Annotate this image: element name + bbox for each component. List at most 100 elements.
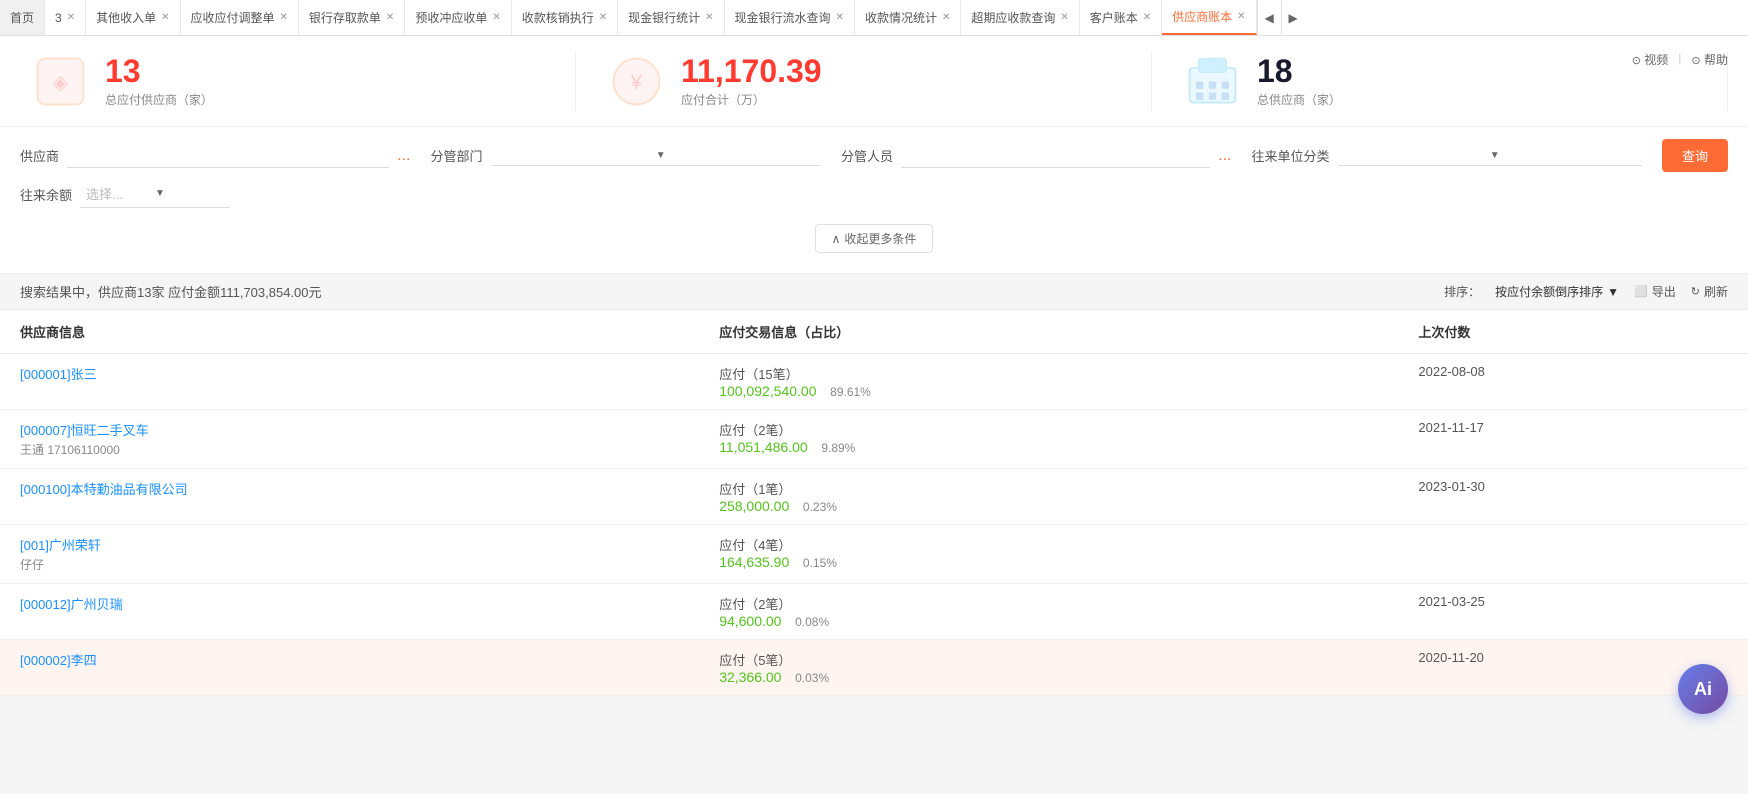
collapse-button[interactable]: ∧ 收起更多条件	[815, 224, 934, 253]
payable-amount-1[interactable]: 11,051,486.00	[719, 439, 808, 455]
table-row: [000001]张三 应付（15笔） 100,092,540.00 89.61%…	[0, 354, 1748, 410]
result-actions: 排序： 按应付余额倒序排序 ▼ ⬜ 导出 ↻ 刷新	[1444, 283, 1728, 300]
dept-filter: 分管部门 ▼	[431, 146, 822, 166]
payable-total-icon: ¥	[606, 51, 666, 111]
payable-suppliers-number: 13	[105, 55, 213, 87]
dept-select[interactable]: ▼	[491, 146, 821, 166]
person-dots-icon[interactable]: ...	[1218, 147, 1231, 165]
nav-tab-cash-bank-flow[interactable]: 现金银行流水查询 ✕	[725, 0, 855, 35]
supplier-filter-label: 供应商	[20, 146, 59, 165]
close-cash-bank-flow-icon[interactable]: ✕	[836, 12, 844, 23]
close-pre-ar-icon[interactable]: ✕	[492, 12, 500, 23]
supplier-cell-5: [000002]李四	[0, 640, 699, 696]
payable-amount-3[interactable]: 164,635.90	[719, 554, 789, 570]
total-suppliers-text: 18 总供应商（家）	[1257, 55, 1341, 108]
supplier-link-0[interactable]: [000001]张三	[20, 367, 97, 382]
nav-tab-other-income[interactable]: 其他收入单 ✕	[86, 0, 180, 35]
video-link[interactable]: ⊙ 视频	[1632, 51, 1669, 68]
nav-tab-supplier-ledger[interactable]: 供应商账本 ✕	[1162, 0, 1256, 35]
payable-label-2: 应付（1笔）	[719, 479, 1378, 498]
supplier-link-5[interactable]: [000002]李四	[20, 653, 97, 668]
category-arrow-icon: ▼	[1490, 150, 1636, 161]
query-button[interactable]: 查询	[1662, 139, 1728, 172]
close-receipt-stat-icon[interactable]: ✕	[942, 12, 950, 23]
dept-filter-label: 分管部门	[431, 146, 483, 165]
nav-tab-receipt-verify[interactable]: 收款核销执行 ✕	[512, 0, 618, 35]
nav-tab-receipt-stat[interactable]: 收款情况统计 ✕	[855, 0, 961, 35]
export-button[interactable]: ⬜ 导出	[1634, 283, 1676, 300]
close-bank-deposit-icon[interactable]: ✕	[386, 12, 394, 23]
payable-label-1: 应付（2笔）	[719, 420, 1378, 439]
col-header-supplier: 供应商信息	[0, 310, 699, 354]
payable-label-5: 应付（5笔）	[719, 650, 1378, 669]
nav-tab-bank-deposit[interactable]: 银行存取款单 ✕	[299, 0, 405, 35]
filter-row-2: 往来余额 选择... ▼	[20, 180, 1728, 208]
supplier-filter-input[interactable]	[67, 144, 389, 168]
top-navigation: 首页 3 ✕ 其他收入单 ✕ 应收应付调整单 ✕ 银行存取款单 ✕ 预收冲应收单…	[0, 0, 1748, 36]
col-header-lastpay: 上次付数	[1398, 310, 1748, 354]
category-filter-label: 往来单位分类	[1252, 146, 1330, 165]
payable-label-0: 应付（15笔）	[719, 364, 1378, 383]
supplier-table: 供应商信息 应付交易信息（占比） 上次付数 [000001]张三 应付（15笔）…	[0, 310, 1748, 696]
payable-cell-3: 应付（4笔） 164,635.90 0.15%	[699, 525, 1398, 584]
last-pay-date-1: 2021-11-17	[1418, 420, 1484, 435]
person-filter: 分管人员 ...	[841, 144, 1232, 168]
nav-prev-arrow[interactable]: ◀	[1257, 0, 1281, 36]
nav-tab-home[interactable]: 首页	[0, 0, 45, 35]
person-filter-label: 分管人员	[841, 146, 893, 165]
filter-row-1: 供应商 ... 分管部门 ▼ 分管人员 ... 往来单位分类 ▼ 查询	[20, 139, 1728, 172]
nav-tab-customer-ledger[interactable]: 客户账本 ✕	[1080, 0, 1162, 35]
close-other-income-icon[interactable]: ✕	[161, 12, 169, 23]
summary-card-payable-suppliers: ◈ 13 总应付供应商（家）	[20, 51, 576, 111]
table-header-row: 供应商信息 应付交易信息（占比） 上次付数	[0, 310, 1748, 354]
refresh-button[interactable]: ↻ 刷新	[1691, 283, 1728, 300]
supplier-dots-icon[interactable]: ...	[397, 147, 410, 165]
ai-assistant-button[interactable]: Ai	[1678, 664, 1728, 714]
last-pay-date-2: 2023-01-30	[1418, 479, 1485, 494]
close-cash-bank-stat-icon[interactable]: ✕	[705, 12, 713, 23]
close-tab-3-icon[interactable]: ✕	[67, 12, 75, 23]
nav-tab-cash-bank-stat[interactable]: 现金银行统计 ✕	[618, 0, 724, 35]
balance-select[interactable]: 选择... ▼	[80, 180, 230, 208]
total-suppliers-label: 总供应商（家）	[1257, 91, 1341, 108]
payable-amount-0[interactable]: 100,092,540.00	[719, 383, 816, 399]
supplier-cell-1: [000007]恒旺二手叉车 王通 17106110000	[0, 410, 699, 469]
supplier-link-3[interactable]: [001]广州荣轩	[20, 538, 101, 553]
payable-percent-0: 89.61%	[830, 385, 871, 399]
supplier-link-4[interactable]: [000012]广州贝瑞	[20, 597, 123, 612]
close-ar-ap-adjust-icon[interactable]: ✕	[280, 12, 288, 23]
person-filter-input[interactable]	[901, 144, 1210, 168]
svg-text:◈: ◈	[52, 71, 68, 93]
sort-dropdown[interactable]: 按应付余额倒序排序 ▼	[1495, 283, 1619, 300]
last-pay-date-0: 2022-08-08	[1418, 364, 1485, 379]
payable-percent-1: 9.89%	[821, 441, 855, 455]
category-select[interactable]: ▼	[1338, 146, 1642, 166]
nav-next-arrow[interactable]: ▶	[1281, 0, 1305, 36]
close-receipt-verify-icon[interactable]: ✕	[599, 12, 607, 23]
payable-amount-4[interactable]: 94,600.00	[719, 613, 781, 629]
supplier-cell-2: [000100]本特勤油品有限公司	[0, 469, 699, 525]
help-link[interactable]: ⊙ 帮助	[1691, 51, 1728, 68]
last-pay-date-5: 2020-11-20	[1418, 650, 1484, 665]
nav-tab-3[interactable]: 3 ✕	[45, 0, 86, 35]
close-supplier-ledger-icon[interactable]: ✕	[1237, 11, 1245, 22]
nav-tab-overdue-ar[interactable]: 超期应收款查询 ✕	[961, 0, 1079, 35]
total-suppliers-number: 18	[1257, 55, 1341, 87]
data-table-container: 供应商信息 应付交易信息（占比） 上次付数 [000001]张三 应付（15笔）…	[0, 310, 1748, 696]
export-icon: ⬜	[1634, 285, 1648, 298]
payable-amount-2[interactable]: 258,000.00	[719, 498, 789, 514]
table-row: [001]广州荣轩 仔仔 应付（4笔） 164,635.90 0.15%	[0, 525, 1748, 584]
close-customer-ledger-icon[interactable]: ✕	[1143, 12, 1151, 23]
total-suppliers-icon	[1182, 51, 1242, 111]
nav-tab-pre-ar[interactable]: 预收冲应收单 ✕	[405, 0, 511, 35]
supplier-cell-4: [000012]广州贝瑞	[0, 584, 699, 640]
supplier-link-2[interactable]: [000100]本特勤油品有限公司	[20, 482, 188, 497]
payable-label-3: 应付（4笔）	[719, 535, 1378, 554]
supplier-link-1[interactable]: [000007]恒旺二手叉车	[20, 423, 149, 438]
supplier-cell-0: [000001]张三	[0, 354, 699, 410]
payable-cell-1: 应付（2笔） 11,051,486.00 9.89%	[699, 410, 1398, 469]
payable-amount-5[interactable]: 32,366.00	[719, 669, 781, 685]
last-pay-cell-1: 2021-11-17	[1398, 410, 1748, 469]
close-overdue-ar-icon[interactable]: ✕	[1060, 12, 1068, 23]
nav-tab-ar-ap-adjust[interactable]: 应收应付调整单 ✕	[181, 0, 299, 35]
